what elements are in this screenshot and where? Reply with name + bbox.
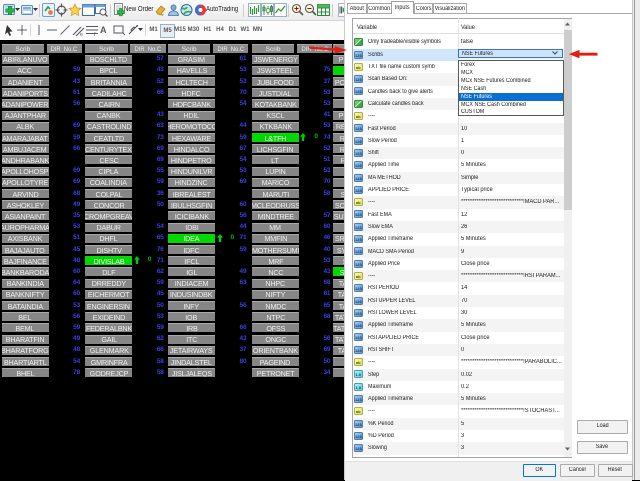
svg-text:e: e — [80, 32, 83, 36]
